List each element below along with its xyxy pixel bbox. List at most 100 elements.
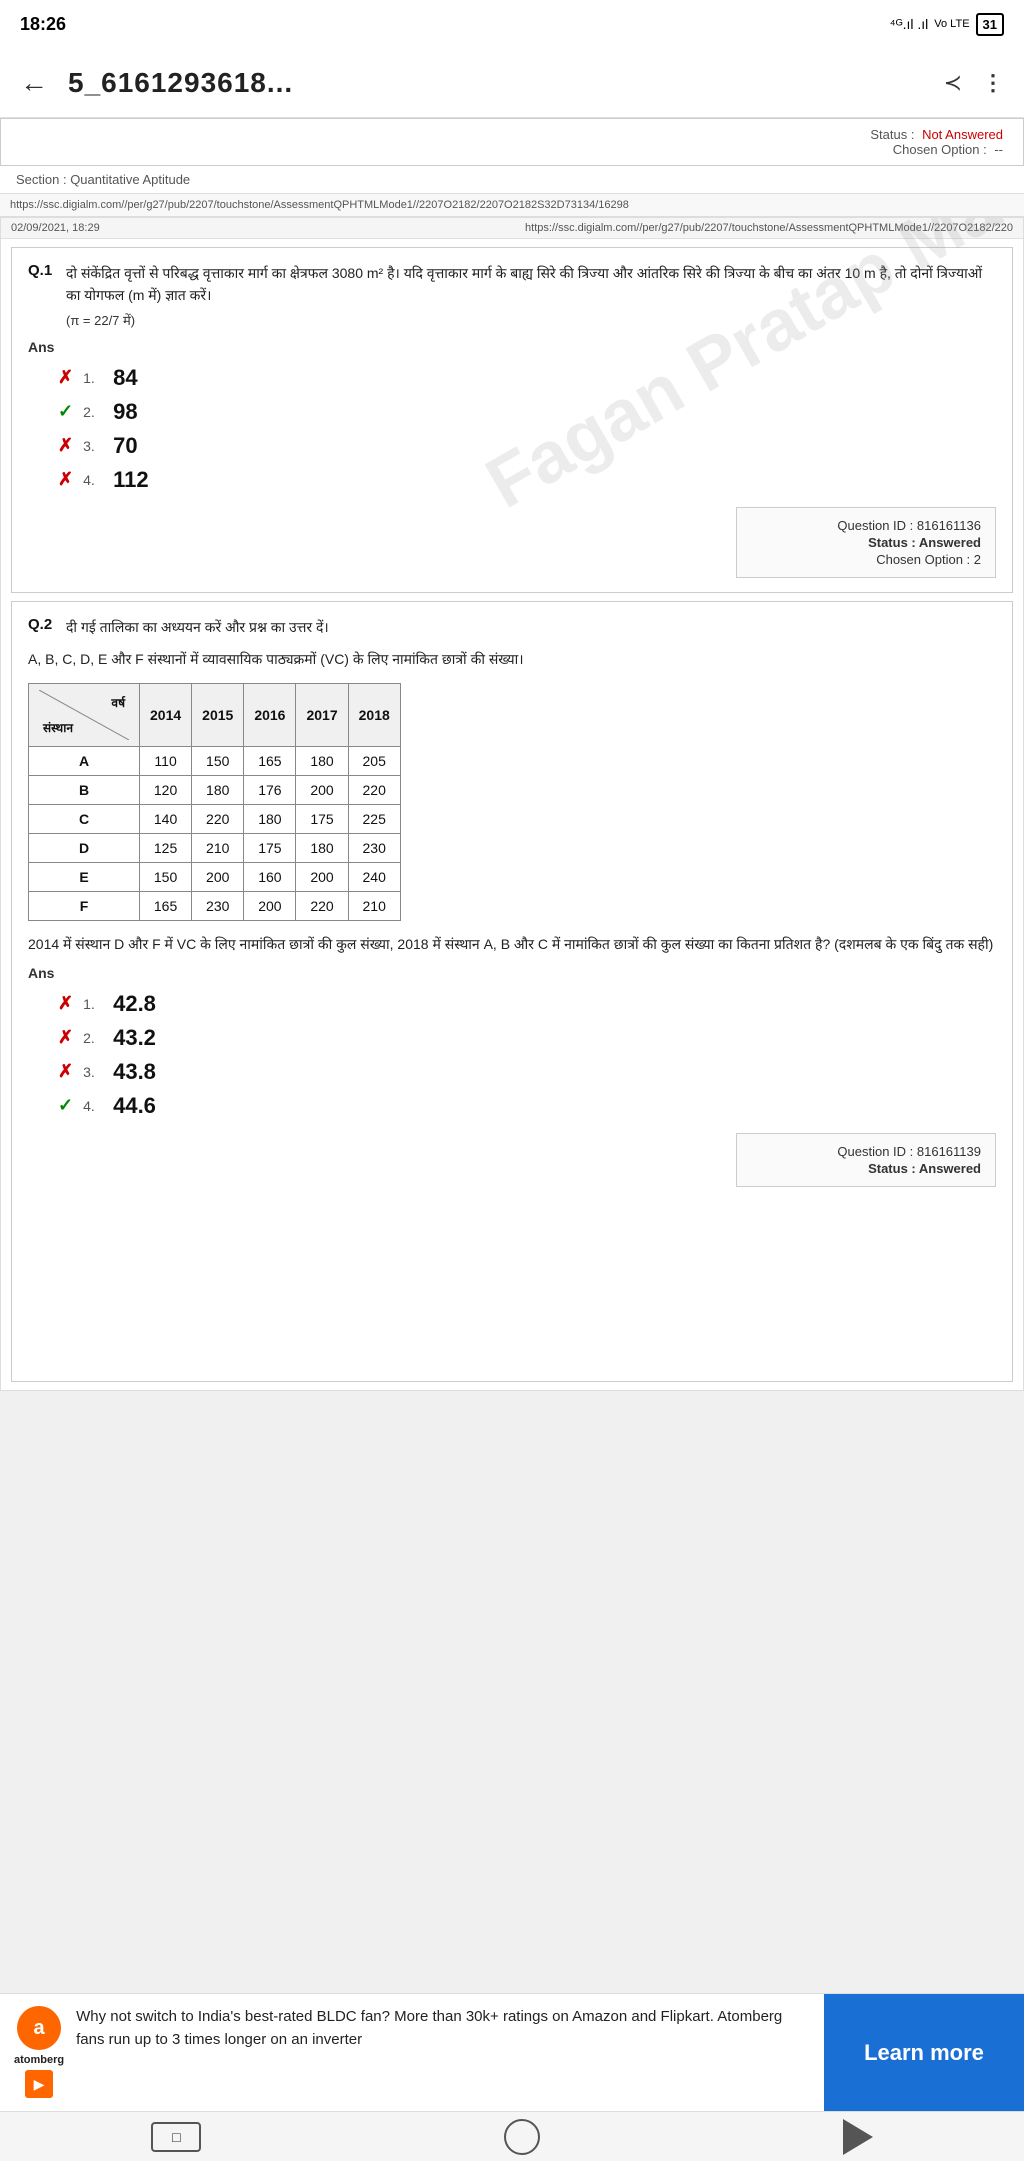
back-nav-button[interactable] bbox=[843, 2119, 873, 2155]
status-bar: 18:26 ⁴ᴳ.ıl .ıl Vo LTE 31 bbox=[0, 0, 1024, 48]
q2-table: वर्ष संस्थान 2014 2015 2016 2017 2018 A … bbox=[28, 683, 401, 921]
battery-indicator: 31 bbox=[976, 13, 1004, 36]
D-2016: 175 bbox=[244, 833, 296, 862]
status-label: Status : bbox=[870, 127, 914, 142]
ad-logo-text: atomberg bbox=[14, 2054, 64, 2066]
question-1-block: Q.1 दो संकेंद्रित वृत्तों से परिबद्ध वृत… bbox=[11, 247, 1013, 593]
table-row: B 120 180 176 200 220 bbox=[29, 775, 401, 804]
section-label: Section : Quantitative Aptitude bbox=[0, 166, 1024, 193]
back-button[interactable]: ← bbox=[20, 67, 48, 99]
timestamp-date: 02/09/2021, 18:29 bbox=[11, 222, 100, 234]
correct-icon-2: ✓ bbox=[58, 401, 73, 422]
col-2015: 2015 bbox=[192, 683, 244, 746]
inst-A: A bbox=[29, 746, 140, 775]
E-2016: 160 bbox=[244, 862, 296, 891]
q1-qid-box: Question ID : 816161136 Status : Answere… bbox=[736, 507, 996, 578]
D-2014: 125 bbox=[140, 833, 192, 862]
timestamp-bar: 02/09/2021, 18:29 https://ssc.digialm.co… bbox=[1, 218, 1023, 239]
home-nav-button[interactable] bbox=[504, 2119, 540, 2155]
B-2017: 200 bbox=[296, 775, 348, 804]
col-2014: 2014 bbox=[140, 683, 192, 746]
status-value: Not Answered bbox=[922, 127, 1003, 142]
q1-text-block: दो संकेंद्रित वृत्तों से परिबद्ध वृत्ताक… bbox=[66, 262, 996, 329]
inst-C: C bbox=[29, 804, 140, 833]
q2-question-text: 2014 में संस्थान D और F में VC के लिए ना… bbox=[28, 933, 996, 955]
q1-option-1-val: 84 bbox=[113, 365, 137, 391]
E-2014: 150 bbox=[140, 862, 192, 891]
q2-option-2-val: 43.2 bbox=[113, 1025, 156, 1051]
q1-note: (π = 22/7 में) bbox=[66, 311, 996, 329]
q2-qid: Question ID : 816161139 bbox=[751, 1144, 981, 1159]
q2-option-3: ✗ 3. 43.8 bbox=[28, 1055, 996, 1089]
q1-option-2: ✓ 2. 98 bbox=[28, 395, 996, 429]
q1-option-1: ✗ 1. 84 bbox=[28, 361, 996, 395]
chosen-label: Chosen Option : bbox=[893, 142, 987, 157]
atomberg-logo-icon: a bbox=[17, 2006, 61, 2050]
correct-icon-q2-4: ✓ bbox=[58, 1095, 73, 1116]
A-2015: 150 bbox=[192, 746, 244, 775]
B-2014: 120 bbox=[140, 775, 192, 804]
q2-option-4: ✓ 4. 44.6 bbox=[28, 1089, 996, 1123]
D-2015: 210 bbox=[192, 833, 244, 862]
E-2017: 200 bbox=[296, 862, 348, 891]
logo-letter: a bbox=[34, 2017, 45, 2040]
top-status-strip: Status : Not Answered Chosen Option : -- bbox=[0, 118, 1024, 166]
q1-header: Q.1 दो संकेंद्रित वृत्तों से परिबद्ध वृत… bbox=[28, 262, 996, 329]
F-2018: 210 bbox=[348, 891, 400, 920]
B-2015: 180 bbox=[192, 775, 244, 804]
C-2016: 180 bbox=[244, 804, 296, 833]
ad-text: Why not switch to India's best-rated BLD… bbox=[76, 2006, 810, 2051]
C-2015: 220 bbox=[192, 804, 244, 833]
inst-label: संस्थान bbox=[43, 719, 73, 736]
D-2017: 180 bbox=[296, 833, 348, 862]
wrong-icon-1: ✗ bbox=[58, 367, 73, 388]
B-2016: 176 bbox=[244, 775, 296, 804]
url-bar: https://ssc.digialm.com//per/g27/pub/220… bbox=[0, 193, 1024, 217]
back-triangle-icon bbox=[843, 2119, 873, 2155]
wrong-icon-q2-1: ✗ bbox=[58, 993, 73, 1014]
q2-header: Q.2 दी गई तालिका का अध्ययन करें और प्रश्… bbox=[28, 616, 996, 638]
more-button[interactable]: ⋮ bbox=[982, 70, 1004, 96]
q1-option-2-val: 98 bbox=[113, 399, 137, 425]
q1-qid: Question ID : 816161136 bbox=[751, 518, 981, 533]
col-2017: 2017 bbox=[296, 683, 348, 746]
play-icon: ▶ bbox=[25, 2070, 53, 2098]
q2-intro: दी गई तालिका का अध्ययन करें और प्रश्न का… bbox=[66, 616, 329, 638]
F-2014: 165 bbox=[140, 891, 192, 920]
A-2014: 110 bbox=[140, 746, 192, 775]
diag-header: वर्ष संस्थान bbox=[39, 690, 129, 740]
inst-B: B bbox=[29, 775, 140, 804]
F-2017: 220 bbox=[296, 891, 348, 920]
wrong-icon-q2-3: ✗ bbox=[58, 1061, 73, 1082]
chosen-line: Chosen Option : -- bbox=[21, 142, 1003, 157]
timestamp-url: https://ssc.digialm.com//per/g27/pub/220… bbox=[525, 222, 1013, 234]
share-button[interactable]: ≺ bbox=[944, 70, 962, 96]
table-header-inst: वर्ष संस्थान bbox=[29, 683, 140, 746]
ans-label-q2: Ans bbox=[28, 965, 996, 981]
q1-option-4: ✗ 4. 112 bbox=[28, 463, 996, 497]
q2-option-1: ✗ 1. 42.8 bbox=[28, 987, 996, 1021]
inst-E: E bbox=[29, 862, 140, 891]
table-row: D 125 210 175 180 230 bbox=[29, 833, 401, 862]
square-nav-button[interactable]: □ bbox=[151, 2122, 201, 2152]
D-2018: 230 bbox=[348, 833, 400, 862]
F-2016: 200 bbox=[244, 891, 296, 920]
ad-left: a atomberg ▶ Why not switch to India's b… bbox=[0, 1994, 824, 2111]
chosen-value: -- bbox=[994, 142, 1003, 157]
q2-label: Q.2 bbox=[28, 616, 58, 633]
learn-more-button[interactable]: Learn more bbox=[824, 1994, 1024, 2111]
F-2015: 230 bbox=[192, 891, 244, 920]
q2-option-2: ✗ 2. 43.2 bbox=[28, 1021, 996, 1055]
status-line: Status : Not Answered bbox=[21, 127, 1003, 142]
wrong-icon-3: ✗ bbox=[58, 435, 73, 456]
year-label: वर्ष bbox=[111, 694, 125, 711]
E-2015: 200 bbox=[192, 862, 244, 891]
q1-option-3-val: 70 bbox=[113, 433, 137, 459]
q2-option-1-val: 42.8 bbox=[113, 991, 156, 1017]
table-row: E 150 200 160 200 240 bbox=[29, 862, 401, 891]
col-2016: 2016 bbox=[244, 683, 296, 746]
ans-label-q1: Ans bbox=[28, 339, 996, 355]
C-2014: 140 bbox=[140, 804, 192, 833]
A-2017: 180 bbox=[296, 746, 348, 775]
C-2018: 225 bbox=[348, 804, 400, 833]
